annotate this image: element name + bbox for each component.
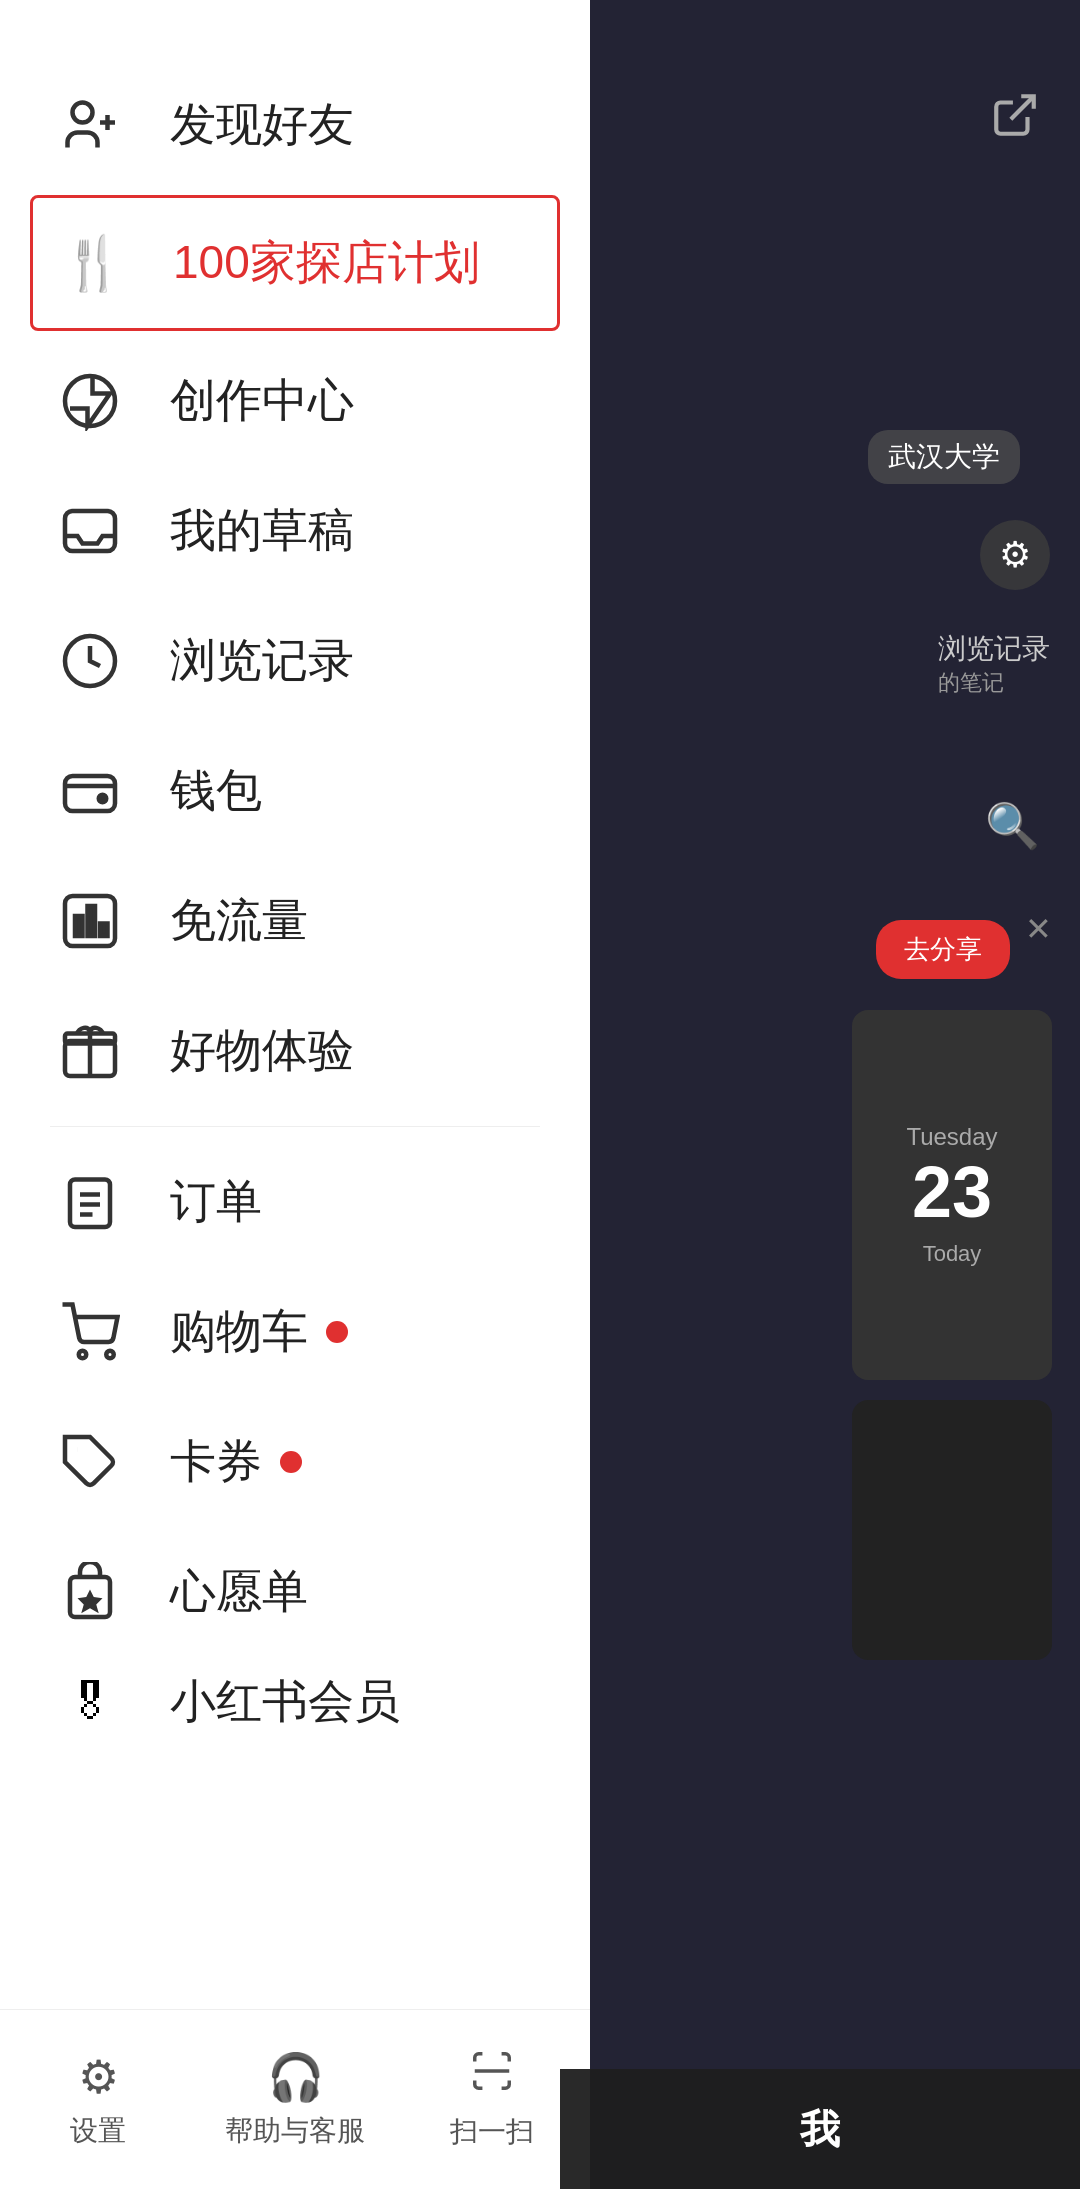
svg-line-0 [1011,96,1034,119]
menu-item-orders[interactable]: 订单 [0,1137,590,1267]
menu-item-wishlist[interactable]: 心愿单 [0,1527,590,1657]
cart-label: 购物车 [170,1301,308,1363]
free-data-label: 免流量 [170,890,308,952]
bottom-item-help[interactable]: 🎧 帮助与客服 [197,2050,394,2150]
menu-divider [50,1126,540,1127]
svg-point-1 [73,103,93,123]
membership-label: 小红书会员 [170,1671,400,1733]
bottom-bar: ⚙ 设置 🎧 帮助与客服 扫一扫 [0,2009,590,2189]
medal-icon: 🎖 [50,1662,130,1742]
lightning-icon [50,361,130,441]
menu-item-browse-history[interactable]: 浏览记录 [0,596,590,726]
gear-icon: ⚙ [78,2050,119,2104]
svg-rect-12 [100,924,108,937]
svg-rect-7 [65,776,115,811]
menu-item-my-drafts[interactable]: 我的草稿 [0,466,590,596]
menu-item-membership[interactable]: 🎖 小红书会员 [0,1657,590,1747]
svg-point-20 [79,1351,87,1359]
menu-item-free-data[interactable]: 免流量 [0,856,590,986]
browse-record-label: 浏览记录 的笔记 [938,630,1050,698]
menu-item-find-friends[interactable]: 发现好友 [0,60,590,190]
orders-label: 订单 [170,1171,262,1233]
find-friends-label: 发现好友 [170,94,354,156]
gift-icon [50,1011,130,1091]
browse-history-label: 浏览记录 [170,630,354,692]
scan-label: 扫一扫 [450,2113,534,2151]
menu-item-coupons[interactable]: 卡券 [0,1397,590,1527]
explore-plan-label: 100家探店计划 [173,232,480,294]
svg-point-21 [106,1351,114,1359]
menu-panel: 发现好友 🍴 100家探店计划 创作中心 [0,0,590,2189]
person-add-icon [50,85,130,165]
second-thumbnail [852,1400,1052,1660]
external-link-button[interactable] [980,80,1050,150]
coupons-label: 卡券 [170,1431,262,1493]
fork-knife-icon: 🍴 [53,223,133,303]
search-icon[interactable]: 🔍 [985,800,1040,852]
svg-rect-10 [75,916,83,936]
menu-item-explore-plan[interactable]: 🍴 100家探店计划 [33,198,557,328]
calendar-thumbnail: Tuesday 23 Today [852,1010,1052,1380]
menu-list: 发现好友 🍴 100家探店计划 创作中心 [0,0,590,1947]
help-label: 帮助与客服 [225,2112,365,2150]
calendar-day-label: Tuesday [906,1123,997,1151]
good-experience-label: 好物体验 [170,1020,354,1082]
my-drafts-label: 我的草稿 [170,500,354,562]
wallet-label: 钱包 [170,760,262,822]
clock-icon [50,621,130,701]
share-button[interactable]: 去分享 [876,920,1010,979]
svg-rect-11 [88,906,96,936]
inbox-icon [50,491,130,571]
headset-icon: 🎧 [267,2050,324,2104]
svg-point-8 [99,795,107,803]
wishlist-label: 心愿单 [170,1561,308,1623]
bag-star-icon [50,1552,130,1632]
menu-item-cart[interactable]: 购物车 [0,1267,590,1397]
menu-item-creation-center[interactable]: 创作中心 [0,336,590,466]
tab-me-label: 我 [800,2102,840,2157]
cart-badge [326,1321,348,1343]
coupons-badge [280,1451,302,1473]
scan-icon [469,2048,515,2105]
svg-marker-24 [78,1590,103,1614]
menu-item-wallet[interactable]: 钱包 [0,726,590,856]
cart-icon [50,1292,130,1372]
creation-center-label: 创作中心 [170,370,354,432]
close-button[interactable]: ✕ [1025,910,1052,948]
bottom-item-settings[interactable]: ⚙ 设置 [0,2050,197,2150]
calendar-day-number: 23 [912,1151,992,1233]
tab-me[interactable]: 我 [560,2069,1080,2189]
right-gear-button[interactable]: ⚙ [980,520,1050,590]
calendar-today-label: Today [923,1241,982,1267]
menu-item-good-experience[interactable]: 好物体验 [0,986,590,1116]
tag-icon [50,1422,130,1502]
settings-label: 设置 [70,2112,126,2150]
clipboard-icon [50,1162,130,1242]
location-badge: 武汉大学 [868,430,1020,484]
chart-bar-icon [50,881,130,961]
wallet-icon [50,751,130,831]
